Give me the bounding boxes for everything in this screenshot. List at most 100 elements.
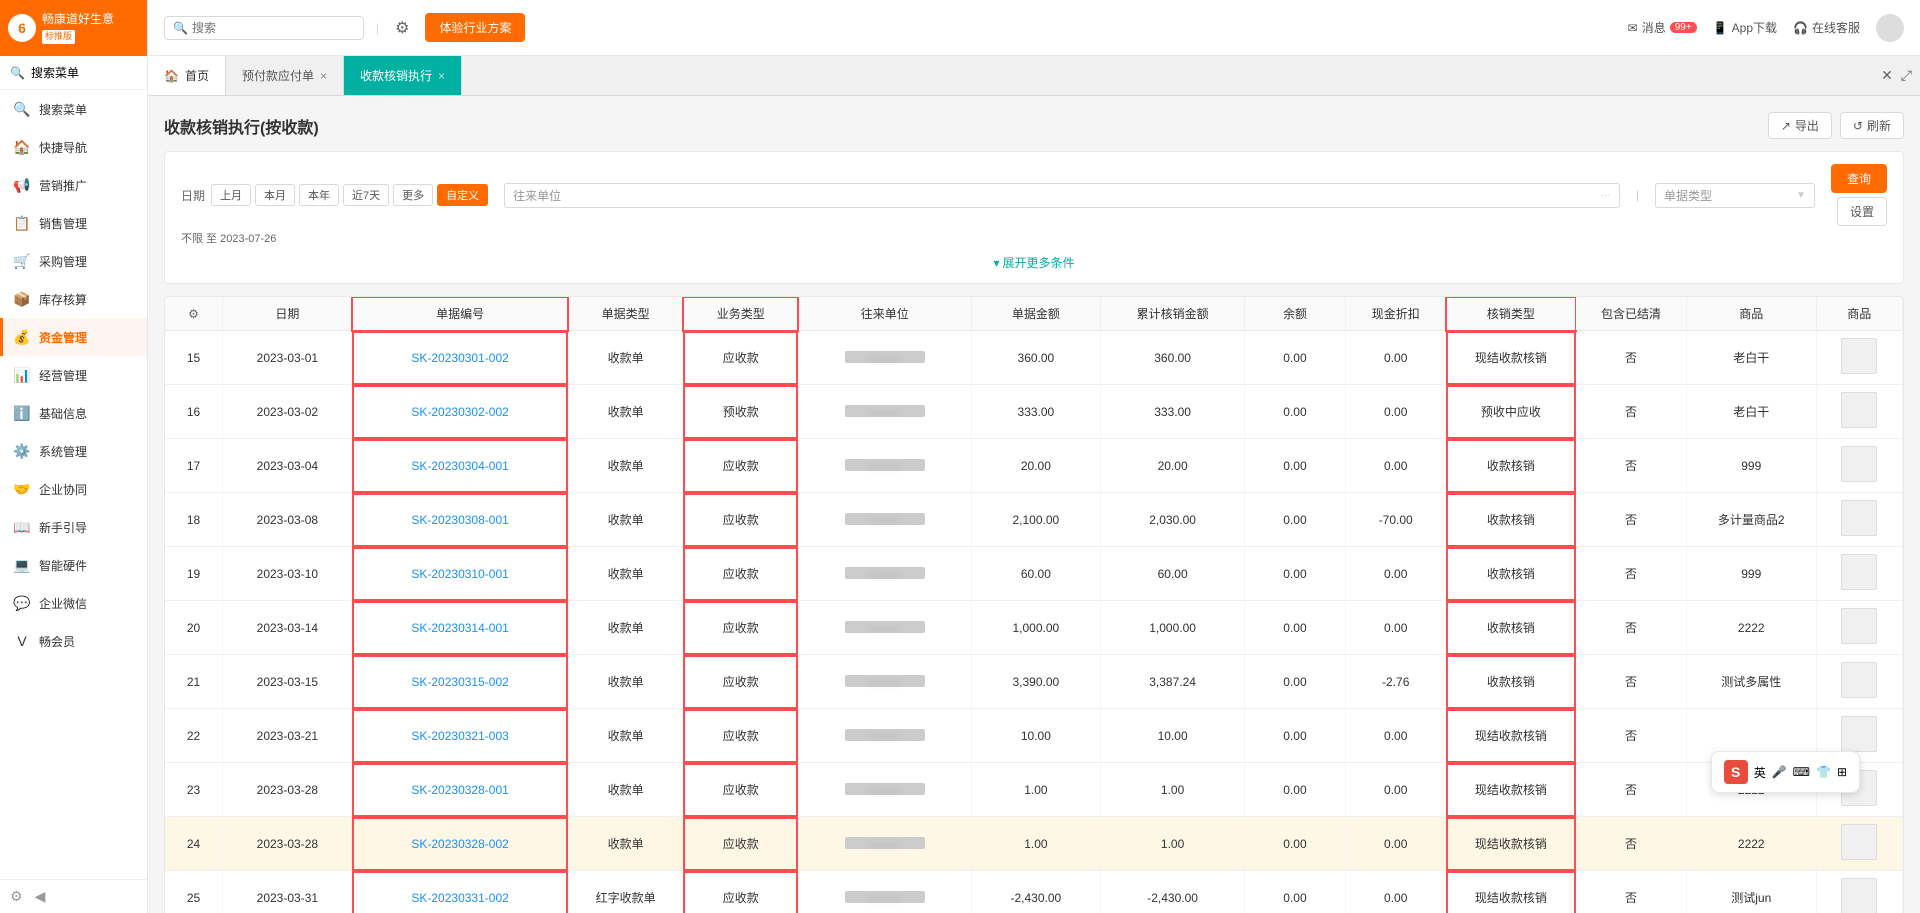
cell-biztype: 应收款 [683,817,798,871]
cell-cumamt: 1.00 [1101,763,1245,817]
tab-expand-icon[interactable]: ⤢ [1901,67,1912,84]
sidebar-item-wechat[interactable]: 💬 企业微信 [0,584,147,622]
refresh-btn[interactable]: ↺ 刷新 [1840,112,1904,139]
cell-billno: SK-20230328-001 [352,763,568,817]
col-header-partner[interactable]: 往来单位 [798,297,971,331]
keyboard-icon[interactable]: ⌨ [1793,765,1810,779]
messages-btn[interactable]: ✉ 消息 99+ [1628,19,1697,36]
tab-writeoff-close[interactable]: × [438,69,445,83]
tab-writeoff[interactable]: 收款核销执行 × [344,56,462,95]
sidebar-item-label: 企业微信 [39,595,87,612]
sidebar-item-finance[interactable]: 💰 资金管理 [0,318,147,356]
cell-goodsthumb [1816,655,1902,709]
col-header-sno[interactable]: ⚙ [165,297,223,331]
settings-icon[interactable]: ⚙ [188,307,199,321]
collapse-icon[interactable]: ◀ [35,888,46,905]
search-input[interactable] [192,21,332,35]
billno-link[interactable]: SK-20230302-002 [411,405,508,419]
sidebar-item-guide[interactable]: 📖 新手引导 [0,508,147,546]
billno-link[interactable]: SK-20230310-001 [411,567,508,581]
sidebar-item-system[interactable]: ⚙️ 系统管理 [0,432,147,470]
sidebar-item-basics[interactable]: ℹ️ 基础信息 [0,394,147,432]
sidebar-item-quicknav[interactable]: 🏠 快捷导航 [0,128,147,166]
hardware-icon: 💻 [13,556,31,574]
billno-link[interactable]: SK-20230301-002 [411,351,508,365]
col-header-cumamt[interactable]: 累计核销金额 [1101,297,1245,331]
sidebar-item-sales[interactable]: 📋 销售管理 [0,204,147,242]
sidebar-item-search[interactable]: 🔍 搜索菜单 [0,90,147,128]
cell-billno: SK-20230310-001 [352,547,568,601]
brand-s-icon: S [1724,760,1748,784]
col-header-billtype[interactable]: 单据类型 [568,297,683,331]
sidebar-item-member[interactable]: V 畅会员 [0,622,147,660]
date-btn-7days[interactable]: 近7天 [343,184,389,206]
expand-more-btn[interactable]: ▾ 展开更多条件 [993,254,1074,271]
tab-close-all-icon[interactable]: ✕ [1881,67,1893,84]
cell-sno: 21 [165,655,223,709]
col-header-discount[interactable]: 现金折扣 [1345,297,1446,331]
sidebar-item-marketing[interactable]: 📢 营销推广 [0,166,147,204]
mic-icon[interactable]: 🎤 [1772,765,1787,779]
tabbar: 🏠 首页 预付款应付单 × 收款核销执行 × ✕ ⤢ [148,56,1920,96]
col-header-biztype[interactable]: 业务类型 [683,297,798,331]
billno-link[interactable]: SK-20230304-001 [411,459,508,473]
billno-link[interactable]: SK-20230328-001 [411,783,508,797]
date-btn-this-month[interactable]: 本月 [255,184,295,206]
date-btn-more[interactable]: 更多 [393,184,433,206]
phone-icon: 📱 [1713,21,1728,35]
cell-writetype: 收款核销 [1446,547,1576,601]
col-header-date[interactable]: 日期 [223,297,353,331]
industry-btn[interactable]: 体验行业方案 [425,13,525,42]
billno-link[interactable]: SK-20230321-003 [411,729,508,743]
billno-link[interactable]: SK-20230331-002 [411,891,508,905]
sidebar-item-inventory[interactable]: 📦 库存核算 [0,280,147,318]
partner-select[interactable]: 往来单位 ··· [504,183,1620,208]
col-header-goodsthumb[interactable]: 商品 [1816,297,1902,331]
sidebar-item-label: 系统管理 [39,443,87,460]
float-brand-widget[interactable]: S 英 🎤 ⌨ 👕 ⊞ [1711,751,1860,793]
billno-link[interactable]: SK-20230328-002 [411,837,508,851]
enterprise-icon: 🤝 [13,480,31,498]
query-btn[interactable]: 查询 [1831,164,1887,193]
user-avatar[interactable] [1876,14,1904,42]
cell-billno: SK-20230321-003 [352,709,568,763]
date-btn-this-year[interactable]: 本年 [299,184,339,206]
col-header-amount[interactable]: 单据金额 [971,297,1101,331]
sidebar-item-enterprise[interactable]: 🤝 企业协同 [0,470,147,508]
col-header-balance[interactable]: 余额 [1245,297,1346,331]
cell-incl: 否 [1576,493,1687,547]
bill-type-select[interactable]: 单据类型 ▼ [1655,183,1815,208]
cell-writetype: 现结收款核销 [1446,331,1576,385]
export-btn[interactable]: ↗ 导出 [1768,112,1832,139]
gear-icon[interactable]: ⚙ [391,14,413,42]
billno-link[interactable]: SK-20230314-001 [411,621,508,635]
col-header-billno[interactable]: 单据编号 [352,297,568,331]
date-btn-last-month[interactable]: 上月 [211,184,251,206]
cell-billtype: 收款单 [568,655,683,709]
col-header-goods[interactable]: 商品 [1686,297,1816,331]
sidebar-item-hardware[interactable]: 💻 智能硬件 [0,546,147,584]
cell-writetype: 现结收款核销 [1446,709,1576,763]
shirt-icon[interactable]: 👕 [1816,765,1831,779]
cell-discount: -2.76 [1345,655,1446,709]
tab-prepay[interactable]: 预付款应付单 × [226,56,344,95]
billno-link[interactable]: SK-20230315-002 [411,675,508,689]
col-header-writetype[interactable]: 核销类型 [1446,297,1576,331]
sidebar-search[interactable]: 🔍 搜索菜单 [0,56,147,90]
cell-balance: 0.00 [1245,601,1346,655]
support-btn[interactable]: 🎧 在线客服 [1793,19,1860,36]
app-download-btn[interactable]: 📱 App下载 [1713,19,1777,36]
grid-icon[interactable]: ⊞ [1837,765,1847,779]
sidebar-item-purchase[interactable]: 🛒 采购管理 [0,242,147,280]
tab-prepay-close[interactable]: × [320,69,327,83]
filter-settings-btn[interactable]: 设置 [1837,197,1887,226]
sidebar-nav: 🔍 搜索菜单 🏠 快捷导航 📢 营销推广 📋 销售管理 🛒 采购管理 📦 库存核… [0,90,147,660]
date-btn-custom[interactable]: 自定义 [437,184,488,206]
sidebar-item-operation[interactable]: 📊 经营管理 [0,356,147,394]
topbar-search-box[interactable]: 🔍 [164,16,364,40]
billno-link[interactable]: SK-20230308-001 [411,513,508,527]
col-header-incl[interactable]: 包含已结清 [1576,297,1687,331]
table-scroll[interactable]: ⚙ 日期 单据编号 单据类型 业务类型 往来单位 单据金额 累计核销金额 余额 … [165,297,1903,913]
tab-home[interactable]: 🏠 首页 [148,56,226,95]
settings-icon[interactable]: ⚙ [10,888,23,905]
